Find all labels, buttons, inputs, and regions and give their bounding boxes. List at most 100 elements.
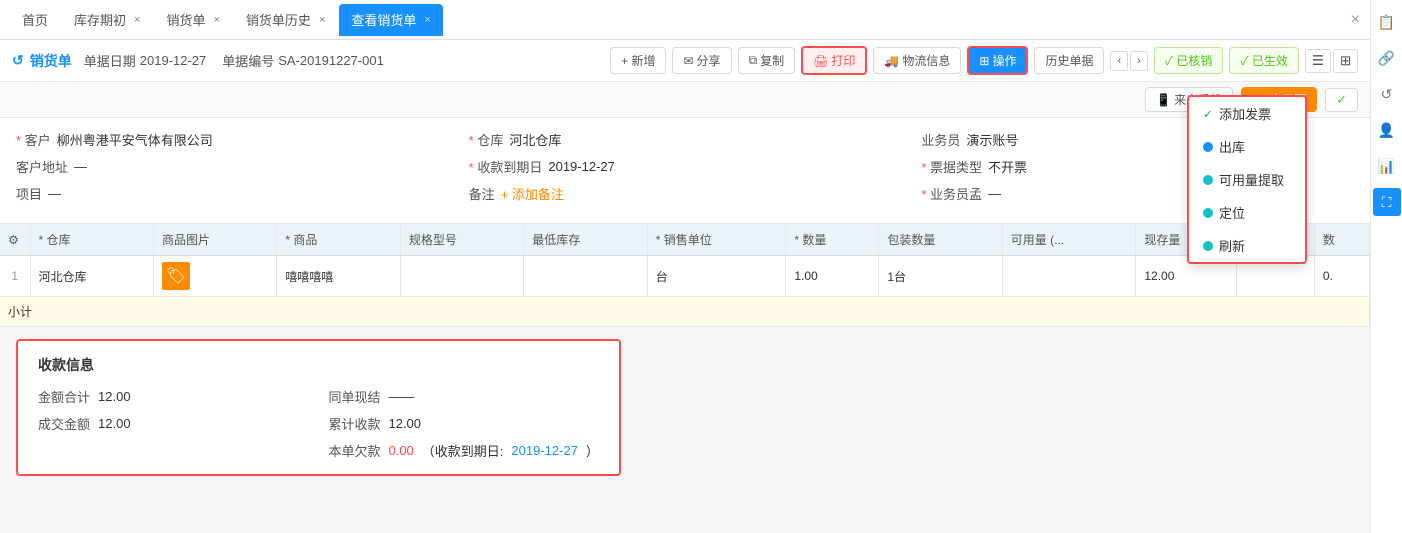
effective-status: ✓ 已生效 (1229, 47, 1299, 74)
sidebar-icon-link[interactable]: 🔗 (1373, 44, 1401, 72)
date-meta: 单据日期 2019-12-27 (84, 51, 207, 70)
form-row-3: 项目 — 备注 + 添加备注 业务员孟 — (16, 184, 1354, 203)
truck-icon: 🚚 (884, 54, 899, 68)
dropdown-item-available-label: 可用量提取 (1219, 170, 1284, 189)
toolbar-left: ↺ 销货单 单据日期 2019-12-27 单据编号 SA-20191227-0… (12, 51, 602, 71)
no-label: 单据编号 (222, 51, 274, 70)
row-product: 嘻嘻嘻嘻 (277, 256, 400, 297)
row-pack-qty: 1台 (879, 256, 1002, 297)
grid-view-button[interactable]: ⊞ (1333, 49, 1358, 73)
project-value: — (48, 186, 61, 201)
history-button[interactable]: 历史单据 (1034, 47, 1104, 74)
right-sidebar: 📋 🔗 ↺ 👤 📊 ⛶ (1370, 0, 1402, 533)
list-view-button[interactable]: ☰ (1305, 49, 1331, 73)
row-num: 1 (0, 256, 30, 297)
copy-button[interactable]: ⧉ 复制 (738, 47, 796, 74)
note-label: 备注 (469, 184, 495, 203)
sidebar-icon-user[interactable]: 👤 (1373, 116, 1401, 144)
dropdown-item-refresh[interactable]: 刷新 (1189, 229, 1305, 262)
salesman-value: — (988, 186, 1001, 201)
cumulative-payment-label: 累计收款 (328, 414, 380, 433)
tab-history[interactable]: 销货单历史 × (234, 4, 337, 36)
outstanding-end: ） (586, 441, 599, 460)
th-spec: 规格型号 (400, 224, 523, 256)
prev-button[interactable]: ‹ (1110, 51, 1128, 71)
row-warehouse: 河北仓库 (30, 256, 153, 297)
subtotal-row: 小计 (0, 297, 1370, 327)
dropdown-item-invoice[interactable]: ✓ 添加发票 (1189, 97, 1305, 130)
operate-button[interactable]: ⊞ 操作 (967, 46, 1028, 75)
available-dot-icon (1203, 175, 1213, 185)
dropdown-item-locate[interactable]: 定位 (1189, 196, 1305, 229)
product-table: ⚙ * 仓库 商品图片 * 商品 规格型号 最低库存 * 销售单位 * 数量 包… (0, 224, 1370, 327)
summary-grid: 金额合计 12.00 同单现结 —— 成交金额 12.00 累计收款 12.00… (38, 387, 599, 460)
outstanding-label: 本单欠款 (328, 441, 380, 460)
outstanding-item: 本单欠款 0.00 （收款到期日: 2019-12-27 ） (328, 441, 598, 460)
sidebar-icon-doc[interactable]: 📋 (1373, 8, 1401, 36)
project-field: 项目 — (16, 184, 449, 203)
dropdown-menu: ✓ 添加发票 出库 可用量提取 定位 刷新 (1187, 95, 1307, 264)
sidebar-icon-expand[interactable]: ⛶ (1373, 188, 1401, 216)
dropdown-item-outbound[interactable]: 出库 (1189, 130, 1305, 163)
print-button[interactable]: 🖨 打印 (801, 46, 867, 75)
table-wrapper: ⚙ * 仓库 商品图片 * 商品 规格型号 最低库存 * 销售单位 * 数量 包… (0, 224, 1370, 327)
outstanding-date: 2019-12-27 (511, 443, 578, 458)
employee-value: 演示账号 (966, 130, 1018, 149)
sidebar-icon-refresh[interactable]: ↺ (1373, 80, 1401, 108)
new-button[interactable]: + 新增 (610, 47, 666, 74)
closed-status: ✓ 已核销 (1154, 47, 1224, 74)
tab-sales[interactable]: 销货单 × (154, 4, 231, 36)
doc-meta: 单据日期 2019-12-27 单据编号 SA-20191227-001 (84, 51, 384, 70)
note-field: 备注 + 添加备注 (469, 184, 902, 203)
salesman-label: 业务员孟 (921, 184, 982, 203)
add-note-button[interactable]: + 添加备注 (501, 184, 564, 203)
table-row: 1 河北仓库 🏷 嘻嘻嘻嘻 台 1.00 1台 12.00 (0, 256, 1370, 297)
table-header-row: ⚙ * 仓库 商品图片 * 商品 规格型号 最低库存 * 销售单位 * 数量 包… (0, 224, 1370, 256)
tab-view-sales-close[interactable]: × (424, 14, 430, 26)
total-amount-value: 12.00 (98, 389, 131, 404)
toolbar-right: + 新增 ✉ 分享 ⧉ 复制 🖨 打印 🚚 物流信息 ⊞ 操作 历史单据 (610, 46, 1358, 75)
address-value: — (74, 159, 87, 174)
deal-amount-label: 成交金额 (38, 414, 90, 433)
dropdown-item-invoice-label: 添加发票 (1219, 104, 1271, 123)
sidebar-icon-chart[interactable]: 📊 (1373, 152, 1401, 180)
th-warehouse: * 仓库 (30, 224, 153, 256)
copy-icon: ⧉ (749, 53, 758, 68)
tab-inventory[interactable]: 库存期初 × (62, 4, 152, 36)
row-quantity: 1.00 (786, 256, 879, 297)
th-settings[interactable]: ⚙ (0, 224, 30, 256)
row-min-stock (524, 256, 647, 297)
next-button[interactable]: › (1130, 51, 1148, 71)
outstanding-suffix: （收款到期日: (422, 441, 504, 460)
logistics-button[interactable]: 🚚 物流信息 (873, 47, 961, 74)
share-button[interactable]: ✉ 分享 (672, 47, 731, 74)
product-img-icon: 🏷 (166, 266, 186, 286)
dropdown-item-locate-label: 定位 (1219, 203, 1245, 222)
same-order-value: —— (388, 389, 414, 404)
no-value: SA-20191227-001 (278, 53, 384, 68)
mobile-icon: 📱 (1156, 93, 1171, 107)
check-button[interactable]: ✓ (1325, 88, 1358, 112)
address-field: 客户地址 — (16, 157, 449, 176)
tab-sales-close[interactable]: × (213, 14, 219, 26)
check-icon: ✓ (1336, 92, 1347, 108)
row-available (1002, 256, 1136, 297)
summary-section: 收款信息 金额合计 12.00 同单现结 —— 成交金额 12.00 累计收款 … (0, 327, 1370, 488)
doc-title-area: ↺ 销货单 (12, 51, 72, 71)
total-amount-item: 金额合计 12.00 (38, 387, 308, 406)
tab-inventory-close[interactable]: × (134, 14, 140, 26)
doc-title-label: 销货单 (30, 51, 72, 71)
payment-date-value: 2019-12-27 (548, 159, 615, 174)
warehouse-field: 仓库 河北仓库 (469, 130, 902, 149)
tab-home-label: 首页 (22, 10, 48, 29)
tab-view-sales[interactable]: 查看销货单 × (339, 4, 442, 36)
dropdown-item-available[interactable]: 可用量提取 (1189, 163, 1305, 196)
th-unit: * 销售单位 (647, 224, 786, 256)
close-all-button[interactable]: × (1351, 11, 1360, 29)
project-label: 项目 (16, 184, 42, 203)
tab-home[interactable]: 首页 (10, 4, 60, 36)
operate-icon: ⊞ (979, 54, 989, 68)
tab-history-close[interactable]: × (319, 14, 325, 26)
tab-bar: 首页 库存期初 × 销货单 × 销货单历史 × 查看销货单 × × (0, 0, 1370, 40)
payment-date-label: 收款到期日 (469, 157, 543, 176)
